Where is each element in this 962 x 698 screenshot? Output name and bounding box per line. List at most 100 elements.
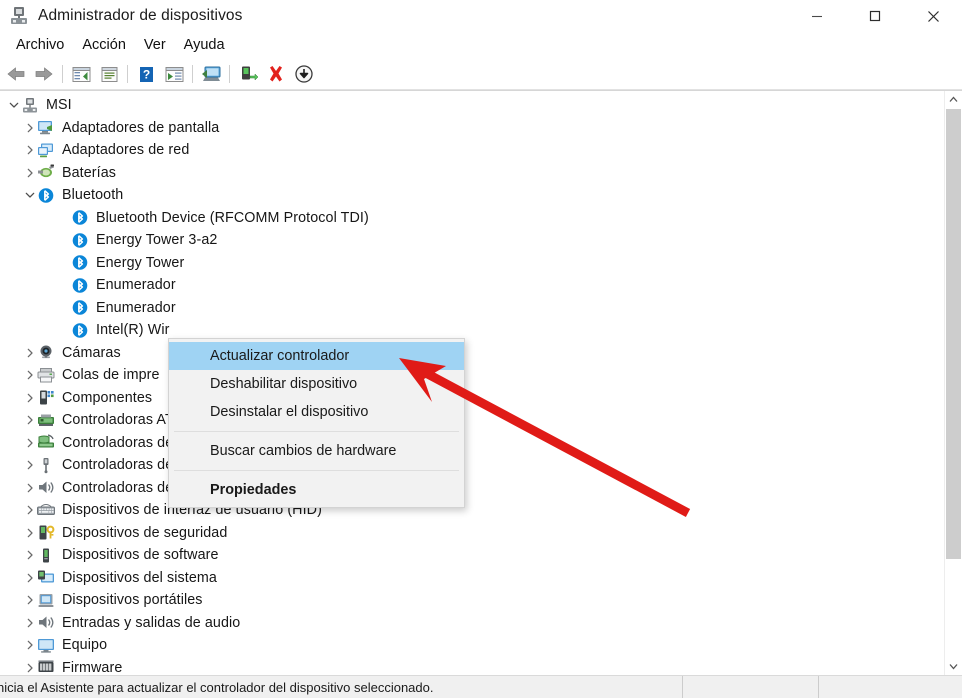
ctx-uninstall-device[interactable]: Desinstalar el dispositivo [169,398,464,426]
menu-archivo[interactable]: Archivo [7,35,73,56]
window-title: Administrador de dispositivos [38,7,243,24]
tree-row[interactable]: Adaptadores de pantalla [0,117,945,140]
chevron-right-icon[interactable] [22,528,37,538]
chevron-right-icon[interactable] [22,618,37,628]
tree-row[interactable]: Firmware [0,657,945,675]
sound-icon [37,479,55,496]
portable-device-icon [37,592,55,609]
uninstall-device-icon[interactable] [262,61,290,87]
tree-row[interactable]: Equipo [0,634,945,657]
chevron-right-icon[interactable] [22,573,37,583]
tree-row-label: Enumerador [96,299,176,316]
forward-icon[interactable] [30,61,58,87]
ctx-scan-hardware[interactable]: Buscar cambios de hardware [169,437,464,465]
tree-row[interactable]: Bluetooth [0,184,945,207]
scrollbar-thumb[interactable] [946,109,961,559]
printer-queue-icon [37,367,55,384]
monitor-icon [37,637,55,654]
toolbar-separator [127,65,128,83]
chevron-right-icon[interactable] [22,505,37,515]
chevron-right-icon[interactable] [22,640,37,650]
back-icon[interactable] [2,61,30,87]
tree-row[interactable]: Colas de impre [0,364,945,387]
status-pane-divider [682,676,683,698]
tree-row[interactable]: Enumerador [0,297,945,320]
tree-row-label: Colas de impre [62,367,160,384]
chevron-right-icon[interactable] [22,550,37,560]
usb-controller-icon [37,457,55,474]
close-button[interactable] [904,0,962,32]
ata-controller-icon [37,412,55,429]
computer-icon [21,97,39,114]
properties-icon[interactable] [95,61,123,87]
chevron-right-icon[interactable] [22,393,37,403]
tree-row[interactable]: Controladoras de sonido y vídeo y dispos… [0,477,945,500]
chevron-right-icon[interactable] [22,123,37,133]
enable-device-icon[interactable] [234,61,262,87]
scroll-down-icon[interactable] [945,658,962,675]
tree-row[interactable]: Dispositivos del sistema [0,567,945,590]
toolbar: ? [0,59,962,90]
chevron-right-icon[interactable] [22,483,37,493]
battery-icon [37,164,55,181]
scroll-up-icon[interactable] [945,91,962,108]
menu-ver[interactable]: Ver [135,35,175,56]
ctx-properties[interactable]: Propiedades [169,476,464,504]
ctx-update-driver[interactable]: Actualizar controlador [169,342,464,370]
chevron-right-icon[interactable] [22,348,37,358]
context-menu[interactable]: Actualizar controlador Deshabilitar dispo… [168,338,465,508]
tree-row-label: Baterías [62,164,117,181]
tree-row[interactable]: Cámaras [0,342,945,365]
tree-row[interactable]: Dispositivos de software [0,544,945,567]
chevron-right-icon[interactable] [22,415,37,425]
titlebar: Administrador de dispositivos [0,0,962,32]
tree-row[interactable]: Componentes [0,387,945,410]
disable-device-icon[interactable] [290,61,318,87]
show-hide-console-tree-icon[interactable] [67,61,95,87]
tree-row-label: Cámaras [62,344,121,361]
chevron-right-icon[interactable] [22,438,37,448]
tree-row[interactable]: Controladoras ATA/ATAPI IDE [0,409,945,432]
hid-icon [37,502,55,519]
tree-row[interactable]: Energy Tower [0,252,945,275]
firmware-icon [37,659,55,675]
minimize-button[interactable] [788,0,846,32]
tree-row[interactable]: Dispositivos de seguridad [0,522,945,545]
tree-row[interactable]: Baterías [0,162,945,185]
chevron-right-icon[interactable] [22,145,37,155]
tree-row[interactable]: Bluetooth Device (RFCOMM Protocol TDI) [0,207,945,230]
scan-hardware-changes-icon[interactable] [197,61,225,87]
tree-row[interactable]: Dispositivos portátiles [0,589,945,612]
tree-row[interactable]: MSI [0,94,945,117]
tree-row[interactable]: Controladoras de almacenamiento [0,432,945,455]
chevron-down-icon[interactable] [22,190,37,200]
tree-row[interactable]: Adaptadores de red [0,139,945,162]
tree-row-label: Entradas y salidas de audio [62,614,241,631]
chevron-right-icon[interactable] [22,168,37,178]
update-driver-icon[interactable] [160,61,188,87]
vertical-scrollbar[interactable] [944,91,962,675]
tree-row[interactable]: Intel(R) Wir [0,319,945,342]
device-manager-window: Administrador de dispositivos Archivo Ac… [0,0,962,698]
chevron-right-icon[interactable] [22,663,37,673]
help-icon[interactable]: ? [132,61,160,87]
tree-row[interactable]: Controladoras de bus serie universal [0,454,945,477]
tree-row[interactable]: Entradas y salidas de audio [0,612,945,635]
device-tree[interactable]: MSI Adaptadores de pantalla Adaptadores de… [0,91,945,675]
tree-row[interactable]: Dispositivos de interfaz de usuario (HID… [0,499,945,522]
tree-row-label: Energy Tower [96,254,185,271]
tree-row[interactable]: Energy Tower 3-a2 [0,229,945,252]
chevron-down-icon[interactable] [6,100,21,110]
maximize-button[interactable] [846,0,904,32]
client-area: MSI Adaptadores de pantalla Adaptadores de… [0,90,962,675]
chevron-right-icon[interactable] [22,460,37,470]
tree-row[interactable]: Enumerador [0,274,945,297]
menu-ayuda[interactable]: Ayuda [175,35,234,56]
menu-accion[interactable]: Acción [73,35,135,56]
chevron-right-icon[interactable] [22,370,37,380]
chevron-right-icon[interactable] [22,595,37,605]
tree-row-label: Adaptadores de pantalla [62,119,220,136]
software-device-icon [37,547,55,564]
tree-row-label: Bluetooth [62,187,124,204]
ctx-disable-device[interactable]: Deshabilitar dispositivo [169,370,464,398]
